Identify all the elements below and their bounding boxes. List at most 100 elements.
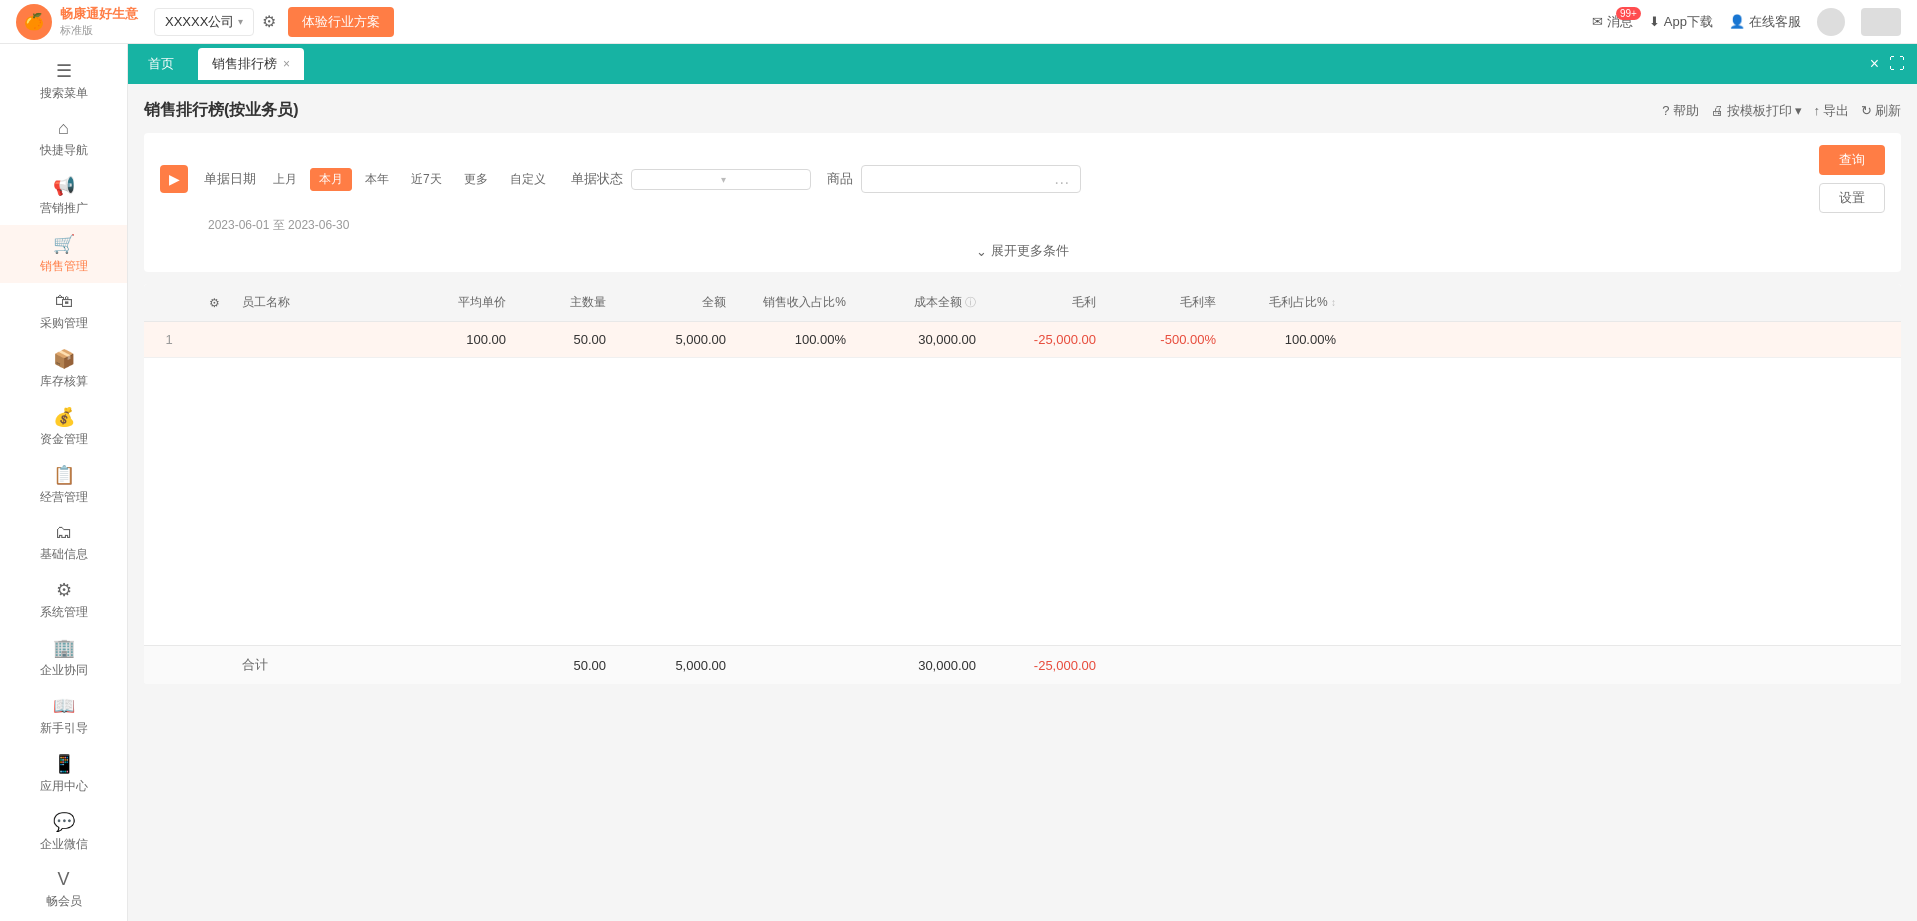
sidebar-item-member[interactable]: V 畅会员 [0, 861, 127, 918]
print-icon: 🖨 [1711, 103, 1724, 118]
filter-row: ▶ 单据日期 上月 本月 本年 近7天 更多 自定义 [160, 145, 1885, 213]
tab-home[interactable]: 首页 [128, 44, 194, 84]
sidebar-label-member: 畅会员 [46, 893, 82, 910]
goods-input[interactable]: … [861, 165, 1081, 193]
col-header-gross: 毛利 [984, 294, 1104, 311]
sidebar-label-search: 搜索菜单 [40, 85, 88, 102]
cell-gross-rate: -500.00% [1104, 332, 1224, 347]
message-badge: 99+ [1616, 7, 1641, 20]
tab-sales-ranking[interactable]: 销售排行榜 × [198, 48, 304, 80]
operations-icon: 📋 [53, 464, 75, 486]
cell-amount: 5,000.00 [614, 332, 734, 347]
page-header: 销售排行榜(按业务员) ? 帮助 🖨 按模板打印 ▾ ↑ [144, 100, 1901, 121]
date-tab-more[interactable]: 更多 [455, 168, 497, 191]
col-header-cost: 成本全额 ⓘ [854, 294, 984, 311]
online-service-button[interactable]: 👤 在线客服 [1729, 13, 1801, 31]
footer-qty: 50.00 [514, 658, 614, 673]
col-header-amount: 全额 [614, 294, 734, 311]
user-name-placeholder [1861, 8, 1901, 36]
sidebar-item-basic[interactable]: 🗂 基础信息 [0, 514, 127, 571]
sidebar-item-wechat[interactable]: 💬 企业微信 [0, 803, 127, 861]
export-button[interactable]: ↑ 导出 [1814, 102, 1850, 120]
sidebar-item-guide[interactable]: 📖 新手引导 [0, 687, 127, 745]
home-icon: ⌂ [58, 118, 69, 139]
company-selector[interactable]: XXXXX公司 ▾ [154, 8, 254, 36]
cell-avg: 100.00 [394, 332, 514, 347]
filter-area: ▶ 单据日期 上月 本月 本年 近7天 更多 自定义 [144, 133, 1901, 272]
cell-cost: 30,000.00 [854, 332, 984, 347]
date-tab-custom[interactable]: 自定义 [501, 168, 555, 191]
filter-toggle-icon: ▶ [169, 171, 180, 187]
message-button[interactable]: ✉ 消息 99+ [1592, 13, 1633, 31]
download-icon: ⬇ [1649, 14, 1660, 29]
avatar[interactable] [1817, 8, 1845, 36]
cost-info-icon[interactable]: ⓘ [965, 296, 976, 308]
sidebar-label-enterprise: 企业协同 [40, 662, 88, 679]
app-sub: 标准版 [60, 23, 138, 38]
marketing-icon: 📢 [53, 175, 75, 197]
sidebar-item-apps[interactable]: 📱 应用中心 [0, 745, 127, 803]
help-link[interactable]: ? 帮助 [1662, 102, 1698, 120]
sidebar-item-search[interactable]: ☰ 搜索菜单 [0, 52, 127, 110]
cell-gross: -25,000.00 [984, 332, 1104, 347]
status-filter-label: 单据状态 [571, 170, 623, 188]
cell-gross-pct: 100.00% [1224, 332, 1344, 347]
sidebar-label-inventory: 库存核算 [40, 373, 88, 390]
goods-filter-label: 商品 [827, 170, 853, 188]
filter-toggle-button[interactable]: ▶ [160, 165, 188, 193]
sidebar-item-system[interactable]: ⚙ 系统管理 [0, 571, 127, 629]
sidebar-label-apps: 应用中心 [40, 778, 88, 795]
table-row: 1 100.00 50.00 5,000.00 100.00% 30,000.0… [144, 322, 1901, 358]
gross-pct-sort-icon[interactable]: ↕ [1331, 297, 1336, 308]
refresh-button[interactable]: ↻ 刷新 [1861, 102, 1901, 120]
date-tab-this-month[interactable]: 本月 [310, 168, 352, 191]
sidebar-label-operations: 经营管理 [40, 489, 88, 506]
col-header-name: 员工名称 [234, 294, 394, 311]
app-container: 🍊 畅康通好生意 标准版 XXXXX公司 ▾ ⚙ 体验行业方案 ✉ 消息 99+… [0, 0, 1917, 921]
expand-icon: ⌄ [976, 244, 987, 259]
sidebar-item-enterprise[interactable]: 🏢 企业协同 [0, 629, 127, 687]
print-chevron: ▾ [1795, 103, 1802, 118]
industry-button[interactable]: 体验行业方案 [288, 7, 394, 37]
tab-bar-expand-icon[interactable]: ⛶ [1889, 55, 1905, 73]
inventory-icon: 📦 [53, 348, 75, 370]
guide-icon: 📖 [53, 695, 75, 717]
settings-button[interactable]: 设置 [1819, 183, 1885, 213]
goods-search-input[interactable] [872, 172, 1054, 187]
date-tab-last-month[interactable]: 上月 [264, 168, 306, 191]
tab-bar-close-icon[interactable]: × [1870, 55, 1879, 73]
query-button[interactable]: 查询 [1819, 145, 1885, 175]
sidebar-item-finance[interactable]: 💰 资金管理 [0, 398, 127, 456]
template-print-button[interactable]: 🖨 按模板打印 ▾ [1711, 102, 1802, 120]
sidebar-item-sales[interactable]: 🛒 销售管理 [0, 225, 127, 283]
date-tab-this-year[interactable]: 本年 [356, 168, 398, 191]
tab-bar: 首页 销售排行榜 × × ⛶ [128, 44, 1917, 84]
basic-icon: 🗂 [55, 522, 73, 543]
app-download-button[interactable]: ⬇ App下载 [1649, 13, 1713, 31]
col-header-sales-pct: 销售收入占比% [734, 294, 854, 311]
sidebar-label-marketing: 营销推广 [40, 200, 88, 217]
goods-filter: 商品 … [827, 165, 1081, 193]
date-tab-7days[interactable]: 近7天 [402, 168, 451, 191]
app-title: 畅康通好生意 [60, 5, 138, 23]
settings-icon[interactable]: ⚙ [262, 12, 276, 31]
sidebar-item-inventory[interactable]: 📦 库存核算 [0, 340, 127, 398]
sidebar-item-operations[interactable]: 📋 经营管理 [0, 456, 127, 514]
service-icon: 👤 [1729, 14, 1745, 29]
help-icon: ? [1662, 103, 1669, 118]
sidebar-item-marketing[interactable]: 📢 营销推广 [0, 167, 127, 225]
goods-more-icon[interactable]: … [1054, 170, 1070, 188]
refresh-icon: ↻ [1861, 103, 1872, 118]
system-icon: ⚙ [56, 579, 72, 601]
tab-close-icon[interactable]: × [283, 57, 290, 71]
sidebar-label-sales: 销售管理 [40, 258, 88, 275]
sidebar-item-purchase[interactable]: 🛍 采购管理 [0, 283, 127, 340]
sidebar-item-quick-nav[interactable]: ⌂ 快捷导航 [0, 110, 127, 167]
expand-more-button[interactable]: ⌄ 展开更多条件 [160, 242, 1885, 260]
table-header: ⚙ 员工名称 平均单价 主数量 全额 [144, 284, 1901, 322]
content-area: 首页 销售排行榜 × × ⛶ 销售排行榜(按业务员) ? [128, 44, 1917, 921]
col-header-gross-pct: 毛利占比% ↕ [1224, 294, 1344, 311]
col-header-setting[interactable]: ⚙ [194, 296, 234, 310]
status-select[interactable]: ▾ [631, 169, 811, 190]
tab-label: 销售排行榜 [212, 55, 277, 73]
